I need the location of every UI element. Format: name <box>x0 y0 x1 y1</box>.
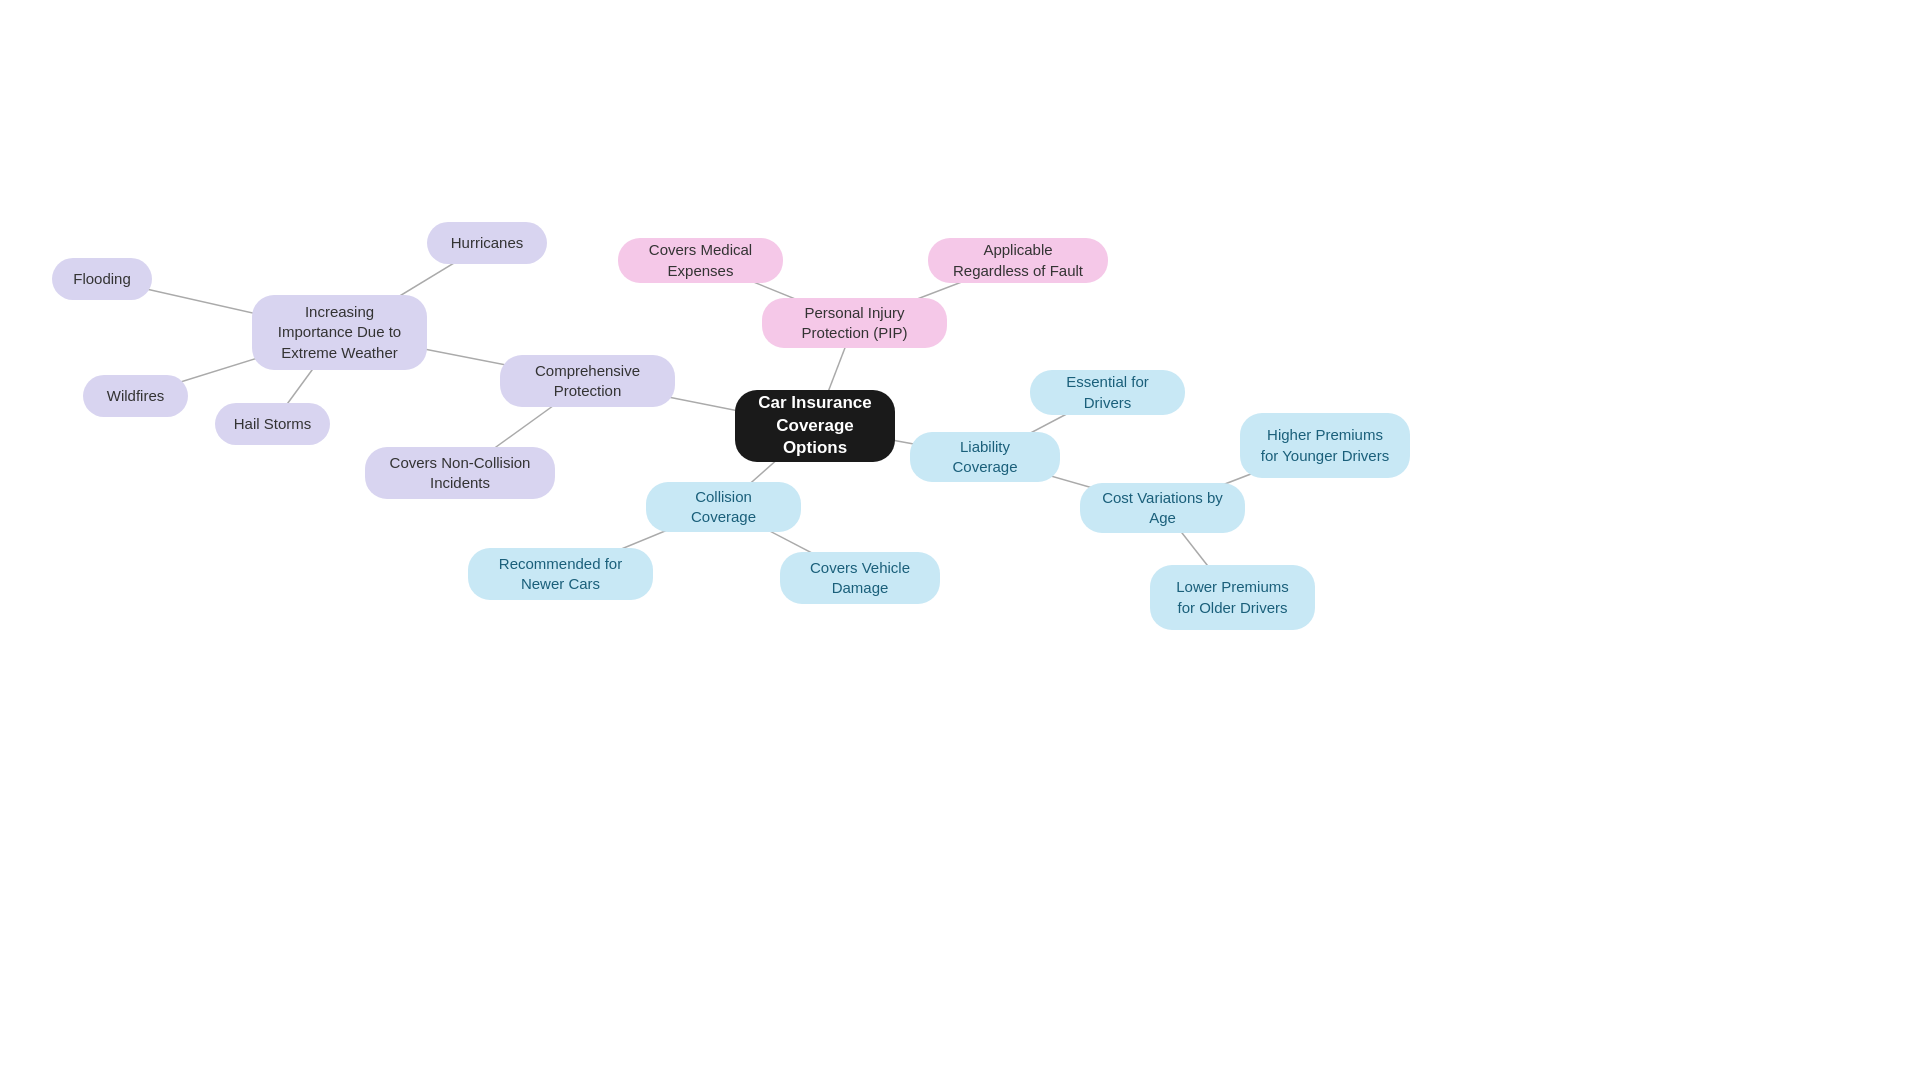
hail_storms-node: Hail Storms <box>215 403 330 445</box>
wildfires-node: Wildfires <box>83 375 188 417</box>
hurricanes-node: Hurricanes <box>427 222 547 264</box>
covers_vehicle_damage-node: Covers Vehicle Damage <box>780 552 940 604</box>
covers_non_collision-node: Covers Non-Collision Incidents <box>365 447 555 499</box>
flooding-node: Flooding <box>52 258 152 300</box>
lower_premiums-node: Lower Premiums for Older Drivers <box>1150 565 1315 630</box>
higher_premiums-node: Higher Premiums for Younger Drivers <box>1240 413 1410 478</box>
recommended_newer-node: Recommended for Newer Cars <box>468 548 653 600</box>
center-node: Car Insurance Coverage Options <box>735 390 895 462</box>
comprehensive_protection-node: Comprehensive Protection <box>500 355 675 407</box>
liability_coverage-node: Liability Coverage <box>910 432 1060 482</box>
increasing_importance-node: Increasing Importance Due to Extreme Wea… <box>252 295 427 370</box>
applicable_fault-node: Applicable Regardless of Fault <box>928 238 1108 283</box>
pip-node: Personal Injury Protection (PIP) <box>762 298 947 348</box>
essential_drivers-node: Essential for Drivers <box>1030 370 1185 415</box>
collision_coverage-node: Collision Coverage <box>646 482 801 532</box>
cost_variations-node: Cost Variations by Age <box>1080 483 1245 533</box>
center-label: Car Insurance Coverage Options <box>749 392 881 461</box>
covers_medical-node: Covers Medical Expenses <box>618 238 783 283</box>
